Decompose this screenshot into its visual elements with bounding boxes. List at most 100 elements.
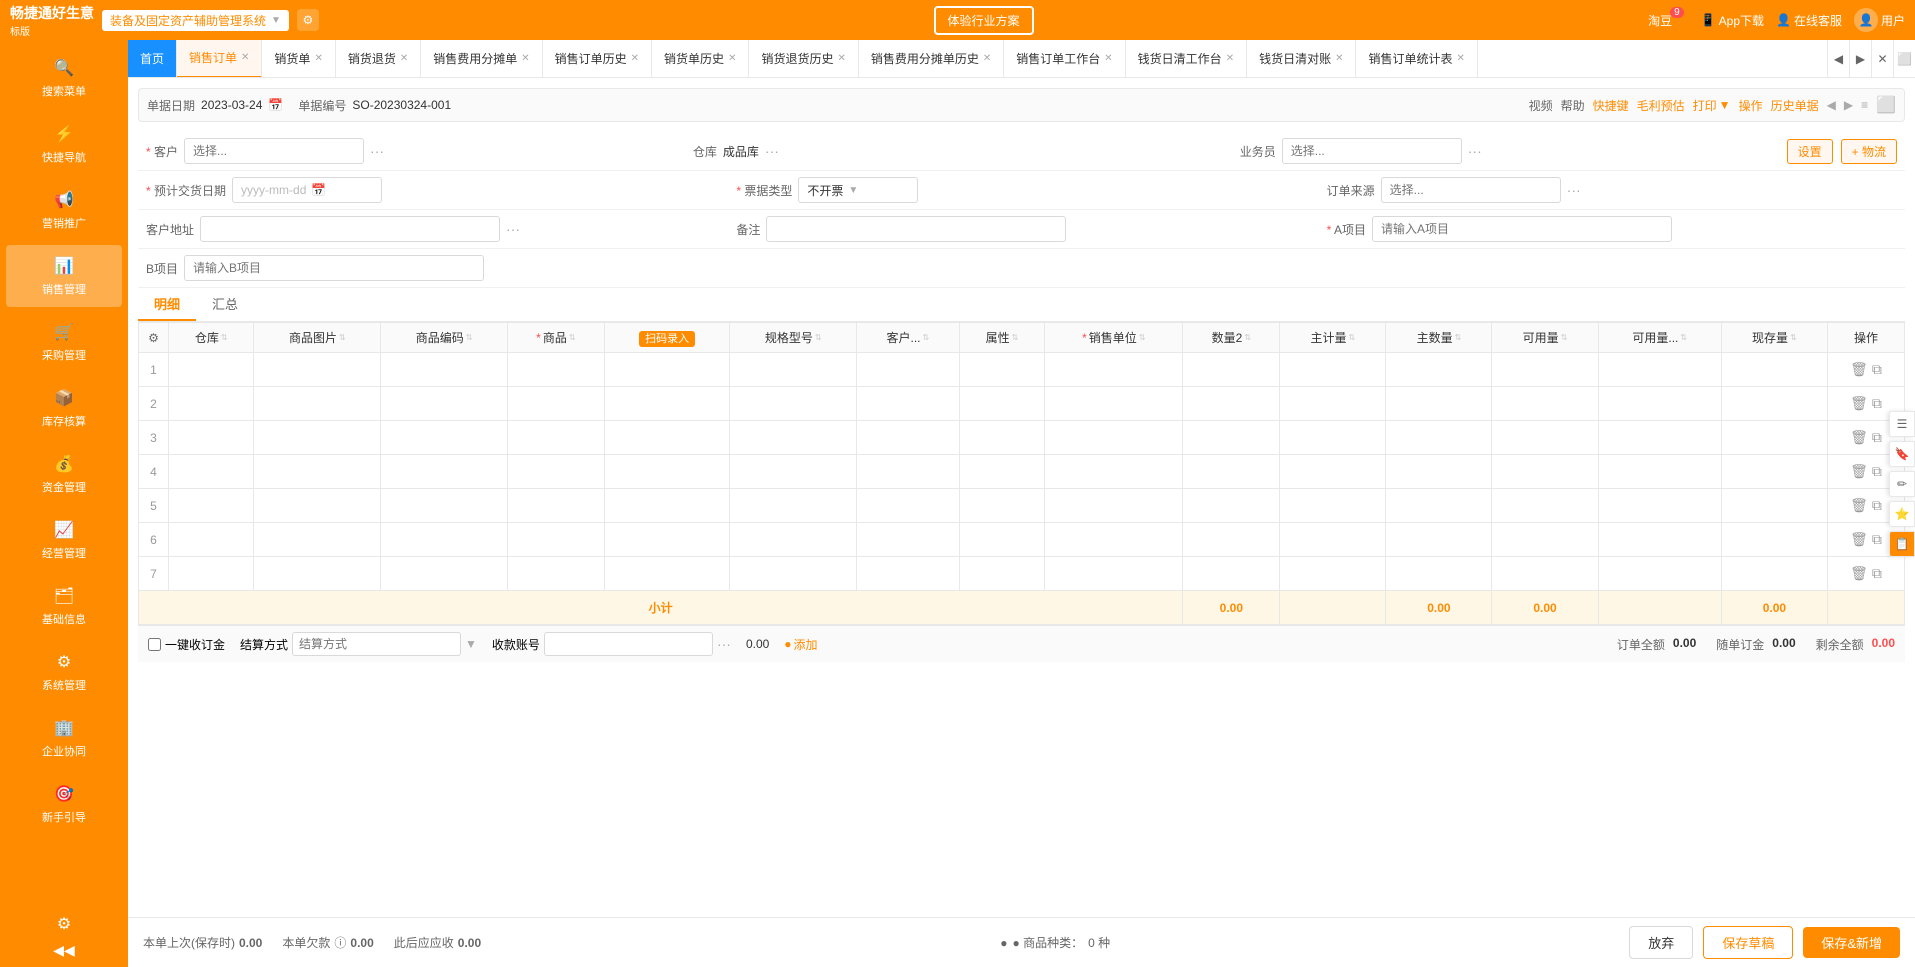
row-3-spec[interactable] [730, 421, 857, 455]
row-5-main-unit[interactable] [1280, 489, 1386, 523]
th-gear[interactable]: ⚙ [139, 323, 169, 353]
row-1-attr[interactable] [959, 353, 1044, 387]
tab-detail[interactable]: 明细 [138, 288, 196, 321]
row-2-warehouse[interactable] [169, 387, 254, 421]
row-4-copy-btn[interactable]: ⧉ [1872, 463, 1882, 480]
history-btn[interactable]: 历史单据 [1771, 97, 1819, 114]
row-6-cust-code[interactable] [857, 523, 960, 557]
sidebar-item-quick-nav[interactable]: ⚡ 快捷导航 [6, 113, 122, 175]
row-7-copy-btn[interactable]: ⧉ [1872, 565, 1882, 582]
row-4-spec[interactable] [730, 455, 857, 489]
shortcut-btn[interactable]: 快捷键 [1593, 97, 1629, 114]
staff-more-btn[interactable]: ··· [1468, 143, 1482, 159]
logistics-action-btn[interactable]: + 物流 [1841, 139, 1897, 164]
tab-close-return-hist[interactable]: ✕ [728, 53, 736, 64]
row-6-sku[interactable] [381, 523, 508, 557]
sidebar-item-search[interactable]: 🔍 搜索菜单 [6, 47, 122, 109]
row-6-warehouse[interactable] [169, 523, 254, 557]
help-btn[interactable]: 帮助 [1561, 97, 1585, 114]
tab-more[interactable]: ✕ [1871, 40, 1893, 78]
warehouse-more-btn[interactable]: ··· [765, 143, 779, 159]
sidebar-item-purchase[interactable]: 🛒 采购管理 [6, 311, 122, 373]
sidebar-item-sales[interactable]: 📊 销售管理 [6, 245, 122, 307]
float-btn-3[interactable]: ✏ [1889, 471, 1915, 497]
row-2-delete-btn[interactable]: 🗑 [1850, 395, 1868, 412]
row-7-product[interactable] [507, 557, 604, 591]
tab-close-order-hist[interactable]: ✕ [631, 53, 639, 64]
row-6-qty2[interactable] [1183, 523, 1280, 557]
settings-icon[interactable]: ⚙ [297, 9, 319, 31]
row-3-unit[interactable] [1045, 421, 1183, 455]
row-2-attr[interactable] [959, 387, 1044, 421]
tab-sales-refund-history[interactable]: 销货退货历史 ✕ [749, 40, 858, 78]
row-1-cust-code[interactable] [857, 353, 960, 387]
float-btn-2[interactable]: 🔖 [1889, 441, 1915, 467]
tab-cash-daily-workbench[interactable]: 钱货日清工作台 ✕ [1126, 40, 1247, 78]
tab-close-sales-cost[interactable]: ✕ [521, 53, 529, 64]
row-5-delete-btn[interactable]: 🗑 [1850, 497, 1868, 514]
row-2-main-qty[interactable] [1386, 387, 1492, 421]
row-1-unit[interactable] [1045, 353, 1183, 387]
row-2-qty2[interactable] [1183, 387, 1280, 421]
float-btn-5[interactable]: 📋 [1889, 531, 1915, 557]
tab-summary[interactable]: 汇总 [196, 288, 254, 321]
row-3-qty2[interactable] [1183, 421, 1280, 455]
row-1-qty2[interactable] [1183, 353, 1280, 387]
row-3-attr[interactable] [959, 421, 1044, 455]
row-1-main-unit[interactable] [1280, 353, 1386, 387]
row-1-spec[interactable] [730, 353, 857, 387]
discard-button[interactable]: 放弃 [1629, 926, 1693, 959]
row-2-product[interactable] [507, 387, 604, 421]
table-view-icon[interactable]: ≡ [1861, 98, 1868, 112]
date-icon[interactable]: 📅 [268, 98, 283, 112]
nav-next[interactable]: ▶ [1844, 98, 1853, 112]
row-6-spec[interactable] [730, 523, 857, 557]
row-2-unit[interactable] [1045, 387, 1183, 421]
sidebar-item-basic[interactable]: 🗂 基础信息 [6, 575, 122, 637]
row-2-cust-code[interactable] [857, 387, 960, 421]
payment-method-arrow[interactable]: ▼ [465, 637, 477, 651]
row-2-main-unit[interactable] [1280, 387, 1386, 421]
add-payment-btn[interactable]: ● 添加 [784, 636, 817, 653]
tab-close-order-wb[interactable]: ✕ [1104, 53, 1112, 64]
sidebar-item-enterprise[interactable]: 🏢 企业协同 [6, 707, 122, 769]
row-6-product[interactable] [507, 523, 604, 557]
payment-account-input[interactable] [544, 632, 713, 656]
tab-sales-order-workbench[interactable]: 销售订单工作台 ✕ [1004, 40, 1125, 78]
row-4-unit[interactable] [1045, 455, 1183, 489]
project-a-input[interactable] [1372, 216, 1672, 242]
row-4-delete-btn[interactable]: 🗑 [1850, 463, 1868, 480]
sidebar-item-inventory[interactable]: 📦 库存核算 [6, 377, 122, 439]
row-6-delete-btn[interactable]: 🗑 [1850, 531, 1868, 548]
tab-sales-return-history[interactable]: 销货单历史 ✕ [652, 40, 749, 78]
sidebar-item-system[interactable]: ⚙ 系统管理 [6, 641, 122, 703]
customer-addr-input[interactable] [200, 216, 500, 242]
quick-confirm-check[interactable] [148, 638, 161, 651]
expand-icon[interactable]: ⬜ [1876, 95, 1896, 115]
row-6-main-qty[interactable] [1386, 523, 1492, 557]
customer-addr-more-btn[interactable]: ··· [506, 221, 520, 237]
tab-close-sales-return[interactable]: ✕ [314, 53, 322, 64]
row-2-sku[interactable] [381, 387, 508, 421]
row-1-main-qty[interactable] [1386, 353, 1492, 387]
row-7-qty2[interactable] [1183, 557, 1280, 591]
row-3-product[interactable] [507, 421, 604, 455]
tab-home[interactable]: 首页 [128, 40, 177, 78]
row-5-attr[interactable] [959, 489, 1044, 523]
row-7-unit[interactable] [1045, 557, 1183, 591]
delivery-date-input[interactable]: yyyy-mm-dd 📅 [232, 177, 382, 203]
notification-icon[interactable]: 淘豆 9 [1648, 12, 1689, 29]
user-area[interactable]: 👤 用户 [1854, 8, 1905, 32]
tab-close-sales-stat[interactable]: ✕ [1457, 53, 1465, 64]
row-6-copy-btn[interactable]: ⧉ [1872, 531, 1882, 548]
row-7-delete-btn[interactable]: 🗑 [1850, 565, 1868, 582]
row-7-spec[interactable] [730, 557, 857, 591]
row-1-sku[interactable] [381, 353, 508, 387]
remark-input[interactable] [766, 216, 1066, 242]
tab-close-cash-rec[interactable]: ✕ [1335, 53, 1343, 64]
nav-prev[interactable]: ◀ [1827, 98, 1836, 112]
tab-cash-reconcile[interactable]: 钱货日清对账 ✕ [1247, 40, 1356, 78]
row-5-copy-btn[interactable]: ⧉ [1872, 497, 1882, 514]
tab-sales-stat[interactable]: 销售订单统计表 ✕ [1356, 40, 1477, 78]
order-source-more-btn[interactable]: ··· [1567, 182, 1581, 198]
